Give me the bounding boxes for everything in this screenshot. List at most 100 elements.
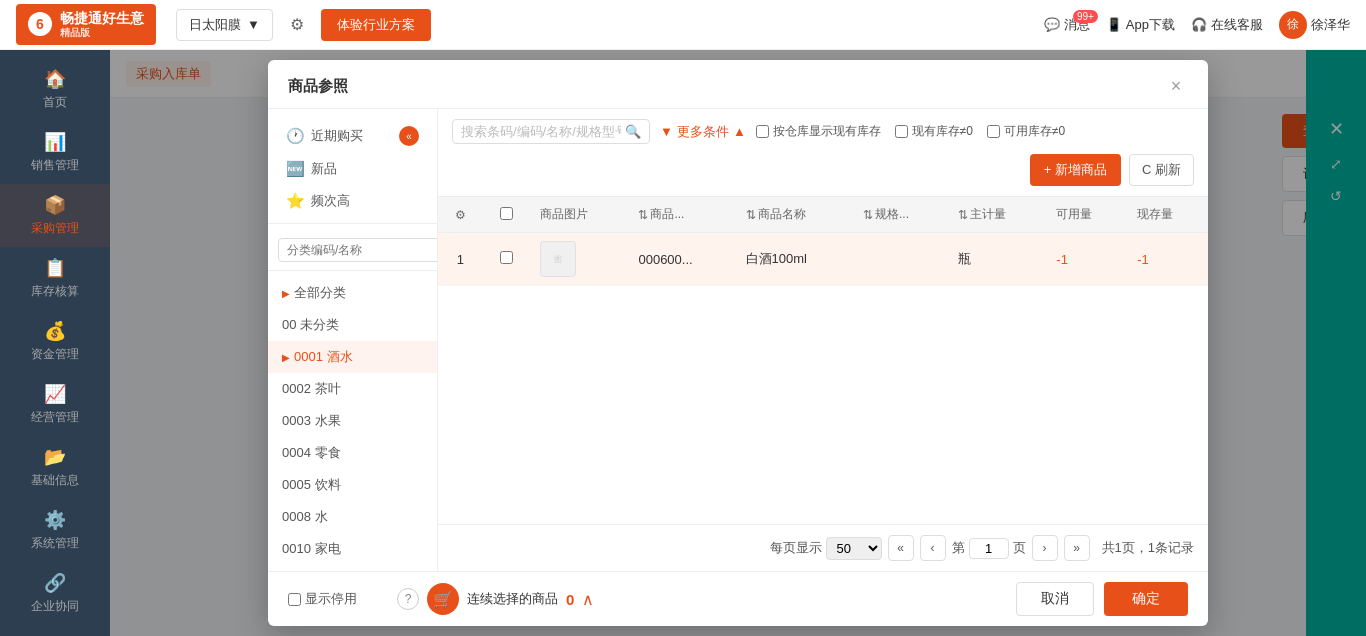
row-available-cell: -1 (1046, 233, 1127, 286)
phone-icon: 📱 (1106, 17, 1122, 32)
last-page-button[interactable]: » (1064, 535, 1090, 561)
category-0005[interactable]: 0005 饮料 (268, 469, 437, 501)
category-search-input[interactable] (278, 238, 438, 262)
select-all-checkbox[interactable] (500, 207, 513, 220)
left-tab-recent[interactable]: 🕐 近期购买 « (276, 119, 429, 153)
expand-icon: ▶ (282, 288, 290, 299)
sidebar-item-guide[interactable]: 🎯 新手引导 (0, 625, 110, 636)
sidebar-item-basic[interactable]: 📂 基础信息 (0, 436, 110, 499)
add-product-button[interactable]: + 新增商品 (1030, 154, 1121, 186)
cart-collapse-button[interactable]: ∧ (582, 590, 594, 609)
current-nonzero-checkbox[interactable] (895, 125, 908, 138)
cart-area: ? 🛒 连续选择的商品 0 ∧ (397, 583, 594, 615)
checkbox-current-nonzero[interactable]: 现有库存≠0 (895, 123, 973, 140)
pagination: 每页显示 50 100 200 « ‹ 第 (438, 524, 1208, 571)
expand-icon: ▶ (282, 352, 290, 363)
category-00[interactable]: 00 未分类 (268, 309, 437, 341)
help-icon[interactable]: ? (397, 588, 419, 610)
category-0004[interactable]: 0004 零食 (268, 437, 437, 469)
nav-right-section: 💬 消息 99+ 📱 App下载 🎧 在线客服 徐 徐泽华 (1044, 11, 1350, 39)
product-search-input[interactable] (461, 124, 621, 139)
category-0002[interactable]: 0002 茶叶 (268, 373, 437, 405)
sidebar-item-system[interactable]: ⚙️ 系统管理 (0, 499, 110, 562)
stock-column-header: 现存量 (1127, 197, 1208, 233)
sidebar-item-purchase[interactable]: 📦 采购管理 (0, 184, 110, 247)
collapse-left-btn[interactable]: « (399, 126, 419, 146)
first-page-button[interactable]: « (888, 535, 914, 561)
sidebar-item-sales[interactable]: 📊 销售管理 (0, 121, 110, 184)
category-0001[interactable]: ▶ 0001 酒水 (268, 341, 437, 373)
left-tab-new[interactable]: 🆕 新品 (276, 153, 429, 185)
refresh-button[interactable]: C 刷新 (1129, 154, 1194, 186)
available-nonzero-checkbox[interactable] (987, 125, 1000, 138)
sidebar-item-label: 首页 (43, 94, 67, 111)
left-tab-frequent[interactable]: ⭐ 频次高 (276, 185, 429, 217)
right-panel: 🔍 ▼ 更多条件 ▲ 按仓库显示现有库存 (438, 109, 1208, 571)
row-image-cell: 图 (530, 233, 628, 286)
experience-btn[interactable]: 体验行业方案 (321, 9, 431, 41)
category-all[interactable]: ▶ 全部分类 (268, 277, 437, 309)
product-toolbar: 🔍 ▼ 更多条件 ▲ 按仓库显示现有库存 (438, 109, 1208, 197)
page-size-selector: 每页显示 50 100 200 (770, 537, 882, 560)
category-list: ▶ 全部分类 00 未分类 ▶ 0001 酒水 0002 茶 (268, 271, 437, 571)
left-tab-label: 新品 (311, 160, 337, 178)
filter-icon: ▼ (660, 124, 673, 139)
product-table: ⚙ 商品图片 (438, 197, 1208, 286)
row-stock-cell: -1 (1127, 233, 1208, 286)
category-search: 🔍 (268, 230, 437, 271)
messages-nav-item[interactable]: 💬 消息 99+ (1044, 16, 1090, 34)
unit-column-header: ⇅ 主计量 (948, 197, 1046, 233)
sidebar: 🏠 首页 📊 销售管理 📦 采购管理 📋 库存核算 💰 资金管理 📈 经营管理 … (0, 50, 110, 636)
category-0010[interactable]: 0010 家电 (268, 533, 437, 565)
sidebar-item-operations[interactable]: 📈 经营管理 (0, 373, 110, 436)
sidebar-item-label: 销售管理 (31, 157, 79, 174)
cancel-button[interactable]: 取消 (1016, 582, 1094, 616)
modal-close-button[interactable]: × (1164, 74, 1188, 98)
finance-icon: 💰 (44, 320, 66, 342)
system-icon: ⚙️ (44, 509, 66, 531)
user-nav-item[interactable]: 徐 徐泽华 (1279, 11, 1350, 39)
row-checkbox-cell (483, 233, 531, 286)
sidebar-item-label: 企业协同 (31, 598, 79, 615)
checkbox-available-nonzero[interactable]: 可用库存≠0 (987, 123, 1065, 140)
search-icon: 🔍 (625, 124, 641, 139)
message-icon: 💬 (1044, 17, 1060, 32)
modal-title: 商品参照 (288, 77, 348, 96)
filter-checkboxes: 按仓库显示现有库存 现有库存≠0 可用库存≠0 (756, 123, 1066, 140)
sort-icon: ⇅ (746, 208, 756, 222)
next-page-button[interactable]: › (1032, 535, 1058, 561)
app-download-nav-item[interactable]: 📱 App下载 (1106, 16, 1175, 34)
gear-icon: ⚙ (455, 208, 466, 222)
prev-page-button[interactable]: ‹ (920, 535, 946, 561)
table-body: 1 图 (438, 233, 1208, 286)
warehouse-stock-checkbox[interactable] (756, 125, 769, 138)
row-name-cell: 白酒100ml (736, 233, 853, 286)
enterprise-icon: 🔗 (44, 572, 66, 594)
checkbox-warehouse-stock[interactable]: 按仓库显示现有库存 (756, 123, 881, 140)
product-reference-modal: 商品参照 × 🕐 近期购买 « � (110, 50, 1366, 636)
sidebar-item-finance[interactable]: 💰 资金管理 (0, 310, 110, 373)
sidebar-item-home[interactable]: 🏠 首页 (0, 58, 110, 121)
stopped-checkbox[interactable] (288, 593, 301, 606)
show-stopped-checkbox[interactable]: 显示停用 (288, 590, 357, 608)
logo-sub: 精品版 (60, 27, 144, 39)
sidebar-item-label: 经营管理 (31, 409, 79, 426)
logo-icon: 6 (28, 12, 52, 36)
confirm-button[interactable]: 确定 (1104, 582, 1188, 616)
nav-branch-dropdown[interactable]: 日太阳膜 ▼ (176, 9, 273, 41)
sort-icon: ⇅ (638, 208, 648, 222)
table-row[interactable]: 1 图 (438, 233, 1208, 286)
page-size-select[interactable]: 50 100 200 (826, 537, 882, 560)
sidebar-item-enterprise[interactable]: 🔗 企业协同 (0, 562, 110, 625)
sidebar-item-inventory[interactable]: 📋 库存核算 (0, 247, 110, 310)
more-filter-button[interactable]: ▼ 更多条件 ▲ (660, 123, 746, 141)
row-checkbox[interactable] (500, 251, 513, 264)
category-0008[interactable]: 0008 水 (268, 501, 437, 533)
cart-button[interactable]: 🛒 (427, 583, 459, 615)
settings-icon[interactable]: ⚙ (281, 9, 313, 41)
modal-footer: 显示停用 ? 🛒 连续选择的商品 0 ∧ 取消 确定 (268, 571, 1208, 626)
page-number-input[interactable] (969, 538, 1009, 559)
checkbox-column-header (483, 197, 531, 233)
online-service-nav-item[interactable]: 🎧 在线客服 (1191, 16, 1263, 34)
category-0003[interactable]: 0003 水果 (268, 405, 437, 437)
